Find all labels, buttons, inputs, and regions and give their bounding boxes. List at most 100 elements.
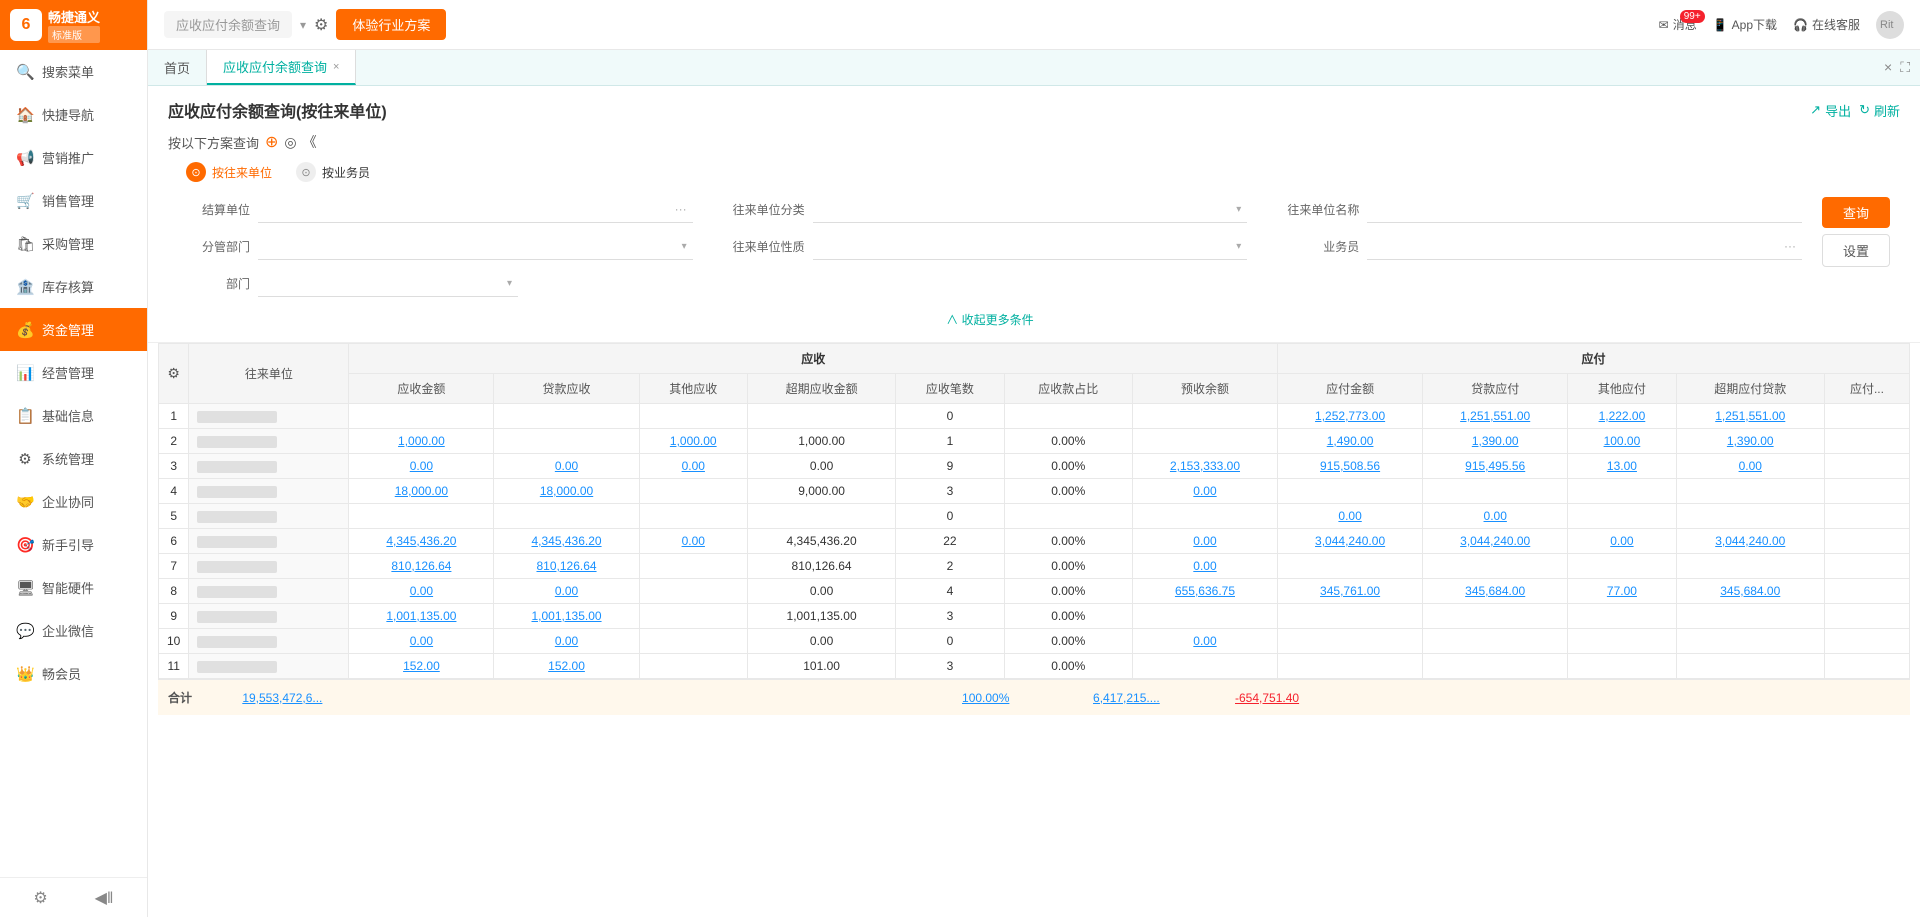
filter-add-icon[interactable]: ⊕: [265, 132, 278, 152]
cell-ar-loan[interactable]: 4,345,436.20: [494, 529, 639, 554]
cell-ar-amount[interactable]: 0.00: [349, 629, 494, 654]
sidebar-item-guide[interactable]: 🎯 新手引导: [0, 523, 147, 566]
refresh-button[interactable]: ↻ 刷新: [1859, 101, 1900, 120]
salesperson-input[interactable]: [1373, 235, 1784, 257]
cell-ap-amount[interactable]: 1,490.00: [1278, 429, 1423, 454]
cell-ar-loan[interactable]: 18,000.00: [494, 479, 639, 504]
tab-home[interactable]: 首页: [148, 50, 207, 85]
maximize-window-icon[interactable]: ⛶: [1900, 59, 1910, 76]
scheme-by-salesperson[interactable]: ⊙ 按业务员: [288, 158, 378, 186]
cell-ap-amount[interactable]: 0.00: [1278, 504, 1423, 529]
cell-ap-loan[interactable]: 915,495.56: [1423, 454, 1568, 479]
cell-ap-other[interactable]: 100.00: [1568, 429, 1676, 454]
section-dept-input[interactable]: [264, 272, 507, 294]
cell-prepay[interactable]: 655,636.75: [1132, 579, 1277, 604]
cell-ar-loan[interactable]: 0.00: [494, 629, 639, 654]
cell-ap-overdue[interactable]: 0.00: [1676, 454, 1824, 479]
cell-ar-other[interactable]: 0.00: [639, 529, 747, 554]
section-dept-chevron-icon[interactable]: ▾: [507, 278, 512, 289]
settlement-dots-icon[interactable]: ···: [675, 202, 687, 216]
filter-collapse-icon[interactable]: 《: [303, 132, 317, 152]
user-avatar[interactable]: Rit: [1876, 11, 1904, 39]
footer-ar-amount[interactable]: 19,553,472,6...: [212, 691, 353, 705]
cell-ap-loan[interactable]: 1,390.00: [1423, 429, 1568, 454]
th-settings-icon[interactable]: ⚙: [159, 344, 189, 404]
cell-ap-loan[interactable]: 345,684.00: [1423, 579, 1568, 604]
unit-category-input[interactable]: [819, 198, 1237, 220]
trial-button[interactable]: 体验行业方案: [336, 9, 446, 40]
cell-ar-amount[interactable]: 152.00: [349, 654, 494, 679]
sidebar-item-finance[interactable]: 💰 资金管理: [0, 308, 147, 351]
cell-ap-overdue[interactable]: 3,044,240.00: [1676, 529, 1824, 554]
cell-ar-loan[interactable]: 0.00: [494, 454, 639, 479]
sidebar-item-purchase[interactable]: 🛍 采购管理: [0, 222, 147, 265]
cell-ar-amount[interactable]: 1,000.00: [349, 429, 494, 454]
sidebar-item-system[interactable]: ⚙ 系统管理: [0, 437, 147, 480]
cell-ap-amount[interactable]: 915,508.56: [1278, 454, 1423, 479]
cell-ap-other[interactable]: 77.00: [1568, 579, 1676, 604]
cell-ap-amount[interactable]: 3,044,240.00: [1278, 529, 1423, 554]
message-button[interactable]: ✉ 消息 99+: [1659, 16, 1697, 33]
unit-category-chevron-icon[interactable]: ▾: [1236, 204, 1241, 215]
cell-ap-overdue[interactable]: 1,251,551.00: [1676, 404, 1824, 429]
cell-ar-loan[interactable]: 0.00: [494, 579, 639, 604]
cell-ar-amount[interactable]: 810,126.64: [349, 554, 494, 579]
cell-ap-other[interactable]: 13.00: [1568, 454, 1676, 479]
cell-ap-overdue[interactable]: 1,390.00: [1676, 429, 1824, 454]
cell-ap-overdue[interactable]: 345,684.00: [1676, 579, 1824, 604]
footer-prepay[interactable]: 6,417,215....: [1056, 691, 1197, 705]
cell-prepay[interactable]: 0.00: [1132, 479, 1277, 504]
footer-ap-amount[interactable]: -654,751.40: [1197, 691, 1338, 705]
topbar-gear-icon[interactable]: ⚙: [314, 15, 328, 35]
cell-ap-amount[interactable]: 345,761.00: [1278, 579, 1423, 604]
cell-prepay[interactable]: 2,153,333.00: [1132, 454, 1277, 479]
dept-chevron-icon[interactable]: ▾: [682, 241, 687, 252]
collapse-more-btn[interactable]: ∧ 收起更多条件: [168, 307, 1812, 332]
app-download-button[interactable]: 📱 App下载: [1713, 16, 1777, 33]
salesperson-dots-icon[interactable]: ···: [1784, 239, 1796, 253]
cell-ap-loan[interactable]: 3,044,240.00: [1423, 529, 1568, 554]
settings-button[interactable]: 设置: [1822, 234, 1890, 267]
sidebar-item-operations[interactable]: 📊 经营管理: [0, 351, 147, 394]
close-window-icon[interactable]: ×: [1884, 59, 1892, 76]
sidebar-item-sales[interactable]: 🛒 销售管理: [0, 179, 147, 222]
cell-ar-amount[interactable]: 18,000.00: [349, 479, 494, 504]
cell-ar-other[interactable]: 0.00: [639, 454, 747, 479]
sidebar-item-basic-info[interactable]: 📋 基础信息: [0, 394, 147, 437]
sidebar-item-search[interactable]: 🔍 搜索菜单: [0, 50, 147, 93]
cell-ap-amount[interactable]: 1,252,773.00: [1278, 404, 1423, 429]
sidebar-item-marketing[interactable]: 📢 营销推广: [0, 136, 147, 179]
cell-prepay[interactable]: 0.00: [1132, 554, 1277, 579]
cell-ar-amount[interactable]: 1,001,135.00: [349, 604, 494, 629]
sidebar-item-member[interactable]: 👑 畅会员: [0, 652, 147, 695]
filter-settings-icon[interactable]: ◎: [284, 134, 296, 151]
sidebar-item-hardware[interactable]: 🖥 智能硬件: [0, 566, 147, 609]
scheme-by-unit[interactable]: ⊙ 按往来单位: [178, 158, 280, 186]
sidebar-footer-collapse[interactable]: ◀‖: [95, 888, 114, 908]
cell-prepay[interactable]: 0.00: [1132, 629, 1277, 654]
cell-ap-loan[interactable]: 0.00: [1423, 504, 1568, 529]
cell-ar-loan[interactable]: 810,126.64: [494, 554, 639, 579]
cell-ap-loan[interactable]: 1,251,551.00: [1423, 404, 1568, 429]
export-button[interactable]: ↗ 导出: [1810, 101, 1851, 120]
cell-ar-loan[interactable]: 1,001,135.00: [494, 604, 639, 629]
cell-ar-other[interactable]: 1,000.00: [639, 429, 747, 454]
query-button[interactable]: 查询: [1822, 197, 1890, 228]
cell-ap-other[interactable]: 0.00: [1568, 529, 1676, 554]
topbar-chevron-icon[interactable]: ▾: [300, 18, 306, 32]
unit-nature-chevron-icon[interactable]: ▾: [1236, 241, 1241, 252]
sidebar-footer-settings[interactable]: ⚙: [33, 888, 47, 908]
online-service-button[interactable]: 🎧 在线客服: [1793, 16, 1860, 33]
cell-ar-loan[interactable]: 152.00: [494, 654, 639, 679]
sidebar-item-wechat[interactable]: 💬 企业微信: [0, 609, 147, 652]
tab-ar-ap[interactable]: 应收应付余额查询 ×: [207, 50, 356, 85]
unit-name-input[interactable]: [1373, 198, 1796, 220]
sidebar-item-quick-nav[interactable]: 🏠 快捷导航: [0, 93, 147, 136]
sidebar-item-inventory[interactable]: 🏦 库存核算: [0, 265, 147, 308]
cell-prepay[interactable]: 0.00: [1132, 529, 1277, 554]
unit-nature-input[interactable]: [819, 235, 1237, 257]
cell-ar-amount[interactable]: 0.00: [349, 579, 494, 604]
cell-ar-amount[interactable]: 4,345,436.20: [349, 529, 494, 554]
sidebar-item-collab[interactable]: 🤝 企业协同: [0, 480, 147, 523]
tab-close-icon[interactable]: ×: [333, 61, 339, 73]
